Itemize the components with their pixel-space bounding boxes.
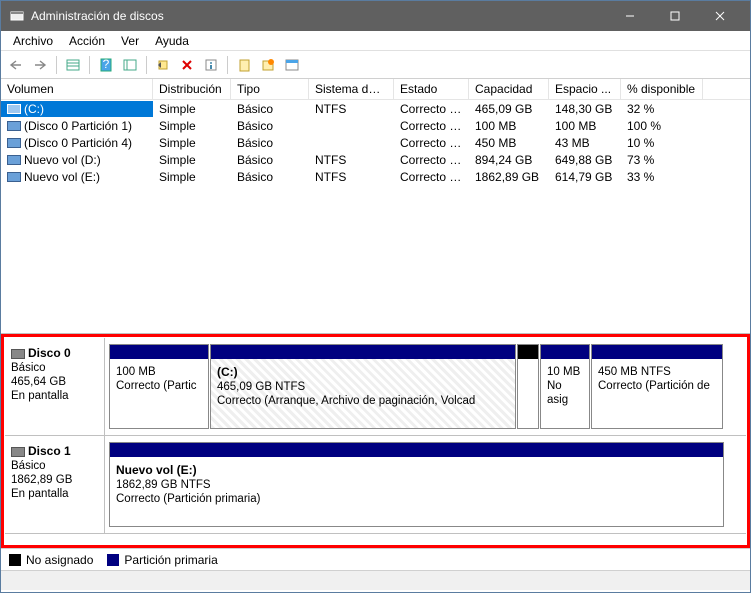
legend: No asignado Partición primaria <box>1 548 750 570</box>
volume-header: Volumen Distribución Tipo Sistema de ...… <box>1 79 750 100</box>
partition-body: 10 MBNo asig <box>541 359 589 428</box>
disk-info: Disco 1Básico1862,89 GBEn pantalla <box>5 436 105 533</box>
partitions: Nuevo vol (E:)1862,89 GB NTFSCorrecto (P… <box>105 436 746 533</box>
volume-icon <box>7 104 21 114</box>
graphical-view: Disco 0Básico465,64 GBEn pantalla100 MBC… <box>1 334 750 548</box>
partition-header <box>592 345 722 359</box>
help-icon[interactable]: ? <box>95 54 117 76</box>
partitions: 100 MBCorrecto (Partic(C:)465,09 GB NTFS… <box>105 338 746 435</box>
graphical-icon[interactable] <box>281 54 303 76</box>
volume-row[interactable]: (Disco 0 Partición 1)SimpleBásicoCorrect… <box>1 117 750 134</box>
close-button[interactable] <box>697 1 742 31</box>
maximize-button[interactable] <box>652 1 697 31</box>
menu-action[interactable]: Acción <box>61 32 113 50</box>
partition-body: 100 MBCorrecto (Partic <box>110 359 208 428</box>
partition[interactable]: 10 MBNo asig <box>540 344 590 429</box>
partition-header <box>110 443 723 457</box>
volume-row[interactable]: (Disco 0 Partición 4)SimpleBásicoCorrect… <box>1 134 750 151</box>
col-type[interactable]: Tipo <box>231 79 309 99</box>
volume-row[interactable]: Nuevo vol (D:)SimpleBásicoNTFSCorrecto (… <box>1 151 750 168</box>
menubar: Archivo Acción Ver Ayuda <box>1 31 750 51</box>
separator <box>146 56 147 74</box>
toolbar: ? <box>1 51 750 79</box>
col-percent[interactable]: % disponible <box>621 79 703 99</box>
volume-icon <box>7 121 21 131</box>
partition-header <box>110 345 208 359</box>
partition-body: (C:)465,09 GB NTFSCorrecto (Arranque, Ar… <box>211 359 515 428</box>
separator <box>227 56 228 74</box>
partition-header <box>541 345 589 359</box>
app-icon <box>9 8 25 24</box>
col-filesystem[interactable]: Sistema de ... <box>309 79 394 99</box>
volume-icon <box>7 155 21 165</box>
partition-body: Nuevo vol (E:)1862,89 GB NTFSCorrecto (P… <box>110 457 723 526</box>
titlebar: Administración de discos <box>1 1 750 31</box>
view-list-icon[interactable] <box>62 54 84 76</box>
col-status[interactable]: Estado <box>394 79 469 99</box>
disk-info: Disco 0Básico465,64 GBEn pantalla <box>5 338 105 435</box>
legend-swatch-black <box>9 554 21 566</box>
minimize-button[interactable] <box>607 1 652 31</box>
volume-row[interactable]: (C:)SimpleBásicoNTFSCorrecto (...465,09 … <box>1 100 750 117</box>
col-volume[interactable]: Volumen <box>1 79 153 99</box>
legend-unallocated: No asignado <box>9 553 93 567</box>
volume-icon <box>7 172 21 182</box>
settings-icon[interactable] <box>119 54 141 76</box>
svg-text:?: ? <box>103 58 110 71</box>
volume-row[interactable]: Nuevo vol (E:)SimpleBásicoNTFSCorrecto (… <box>1 168 750 185</box>
properties-icon[interactable] <box>200 54 222 76</box>
partition[interactable]: 100 MBCorrecto (Partic <box>109 344 209 429</box>
partition[interactable] <box>517 344 539 429</box>
partition[interactable]: (C:)465,09 GB NTFSCorrecto (Arranque, Ar… <box>210 344 516 429</box>
statusbar <box>1 570 750 590</box>
separator <box>56 56 57 74</box>
menu-help[interactable]: Ayuda <box>147 32 197 50</box>
disk-row: Disco 0Básico465,64 GBEn pantalla100 MBC… <box>5 338 746 436</box>
new-icon[interactable] <box>233 54 255 76</box>
disk-icon <box>11 447 25 457</box>
legend-swatch-navy <box>107 554 119 566</box>
disk-row: Disco 1Básico1862,89 GBEn pantallaNuevo … <box>5 436 746 534</box>
col-layout[interactable]: Distribución <box>153 79 231 99</box>
partition-body: 450 MB NTFSCorrecto (Partición de <box>592 359 722 428</box>
menu-file[interactable]: Archivo <box>5 32 61 50</box>
partition-header <box>211 345 515 359</box>
partition[interactable]: 450 MB NTFSCorrecto (Partición de <box>591 344 723 429</box>
legend-primary: Partición primaria <box>107 553 217 567</box>
action-icon[interactable] <box>257 54 279 76</box>
volume-icon <box>7 138 21 148</box>
partition-header <box>518 345 538 359</box>
delete-icon[interactable] <box>176 54 198 76</box>
back-button[interactable] <box>5 54 27 76</box>
col-capacity[interactable]: Capacidad <box>469 79 549 99</box>
refresh-icon[interactable] <box>152 54 174 76</box>
disk-icon <box>11 349 25 359</box>
menu-view[interactable]: Ver <box>113 32 147 50</box>
window-title: Administración de discos <box>31 9 607 23</box>
partition-body <box>518 359 538 428</box>
volume-list: Volumen Distribución Tipo Sistema de ...… <box>1 79 750 334</box>
partition[interactable]: Nuevo vol (E:)1862,89 GB NTFSCorrecto (P… <box>109 442 724 527</box>
separator <box>89 56 90 74</box>
col-free[interactable]: Espacio ... <box>549 79 621 99</box>
forward-button[interactable] <box>29 54 51 76</box>
